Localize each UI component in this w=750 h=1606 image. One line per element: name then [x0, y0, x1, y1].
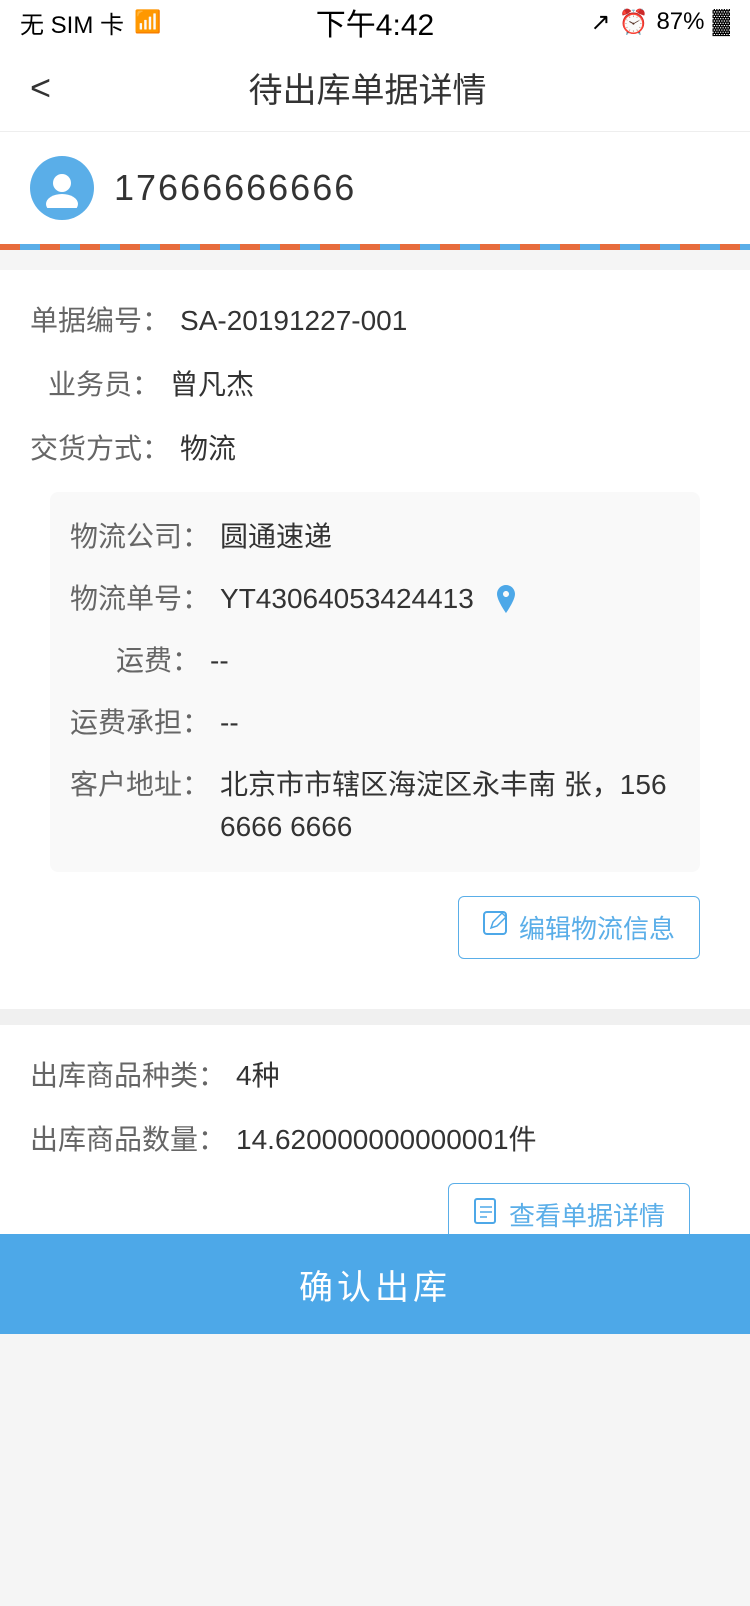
logistics-company-label: 物流公司： [70, 516, 220, 558]
battery-label: 87% [656, 8, 704, 36]
salesperson-row: 业务员： 曾凡杰 [30, 364, 720, 406]
logistics-company-row: 物流公司： 圆通速递 [70, 516, 680, 558]
confirm-label: 确认出库 [299, 1260, 451, 1309]
delivery-value: 物流 [180, 428, 720, 470]
order-no-label: 单据编号： [30, 300, 180, 342]
document-icon [473, 1198, 499, 1231]
nav-bar: < 待出库单据详情 [0, 44, 750, 132]
freight-value: -- [210, 640, 680, 682]
avatar-icon [42, 168, 82, 208]
avatar [30, 156, 94, 220]
page-title: 待出库单据详情 [71, 63, 664, 112]
status-left: 无 SIM 卡 📶 [20, 5, 161, 40]
address-value: 北京市市辖区海淀区永丰南 张，156 6666 6666 [220, 764, 680, 848]
location-icon: ↗ [590, 8, 610, 37]
address-label: 客户地址： [70, 764, 220, 806]
confirm-button[interactable]: 确认出库 [0, 1234, 750, 1334]
battery-icon: ▓ [713, 8, 731, 36]
logistics-section: 物流公司： 圆通速递 物流单号： YT43064053424413 运费： -- [50, 492, 700, 872]
freight-bearer-value: -- [220, 702, 680, 744]
back-button[interactable]: < [30, 67, 51, 109]
freight-bearer-label: 运费承担： [70, 702, 220, 744]
goods-types-row: 出库商品种类： 4种 [30, 1055, 720, 1097]
logistics-company-value: 圆通速递 [220, 516, 680, 558]
bottom-spacer [0, 1306, 750, 1506]
delivery-label: 交货方式： [30, 428, 180, 470]
edit-icon [483, 911, 509, 944]
tracking-no-value: YT43064053424413 [220, 578, 680, 620]
status-bar: 无 SIM 卡 📶 下午4:42 ↗ ⏰ 87% ▓ [0, 0, 750, 44]
delivery-row: 交货方式： 物流 [30, 428, 720, 470]
goods-types-label: 出库商品种类： [30, 1055, 236, 1097]
freight-bearer-row: 运费承担： -- [70, 702, 680, 744]
tracking-no-row: 物流单号： YT43064053424413 [70, 578, 680, 620]
freight-row: 运费： -- [70, 640, 680, 682]
freight-label: 运费： [70, 640, 210, 682]
main-content: 17666666666 单据编号： SA-20191227-001 业务员： 曾… [0, 132, 750, 1606]
edit-logistics-btn-container: 编辑物流信息 [50, 896, 700, 959]
salesperson-value: 曾凡杰 [170, 364, 720, 406]
address-row: 客户地址： 北京市市辖区海淀区永丰南 张，156 6666 6666 [70, 764, 680, 848]
status-right: ↗ ⏰ 87% ▓ [590, 8, 730, 37]
section-divider [0, 1009, 750, 1025]
view-details-label: 查看单据详情 [509, 1196, 665, 1233]
goods-quantity-row: 出库商品数量： 14.620000000000001件 [30, 1119, 720, 1161]
user-phone: 17666666666 [114, 167, 356, 209]
wifi-icon: 📶 [134, 9, 161, 35]
goods-types-value: 4种 [236, 1055, 720, 1097]
alarm-icon: ⏰ [619, 8, 649, 37]
tracking-no-label: 物流单号： [70, 578, 220, 620]
carrier-label: 无 SIM 卡 [20, 5, 124, 40]
goods-quantity-value: 14.620000000000001件 [236, 1119, 720, 1161]
order-no-value: SA-20191227-001 [180, 300, 720, 342]
edit-logistics-button[interactable]: 编辑物流信息 [458, 896, 700, 959]
user-header: 17666666666 [0, 132, 750, 244]
order-no-row: 单据编号： SA-20191227-001 [30, 300, 720, 342]
edit-logistics-label: 编辑物流信息 [519, 909, 675, 946]
status-time: 下午4:42 [316, 0, 434, 44]
order-info-section: 单据编号： SA-20191227-001 业务员： 曾凡杰 交货方式： 物流 … [0, 270, 750, 1009]
tracking-no-text: YT43064053424413 [220, 578, 474, 620]
goods-quantity-label: 出库商品数量： [30, 1119, 236, 1161]
salesperson-label: 业务员： [30, 364, 170, 406]
dashed-divider [0, 244, 750, 250]
location-pin-icon[interactable] [488, 581, 524, 617]
